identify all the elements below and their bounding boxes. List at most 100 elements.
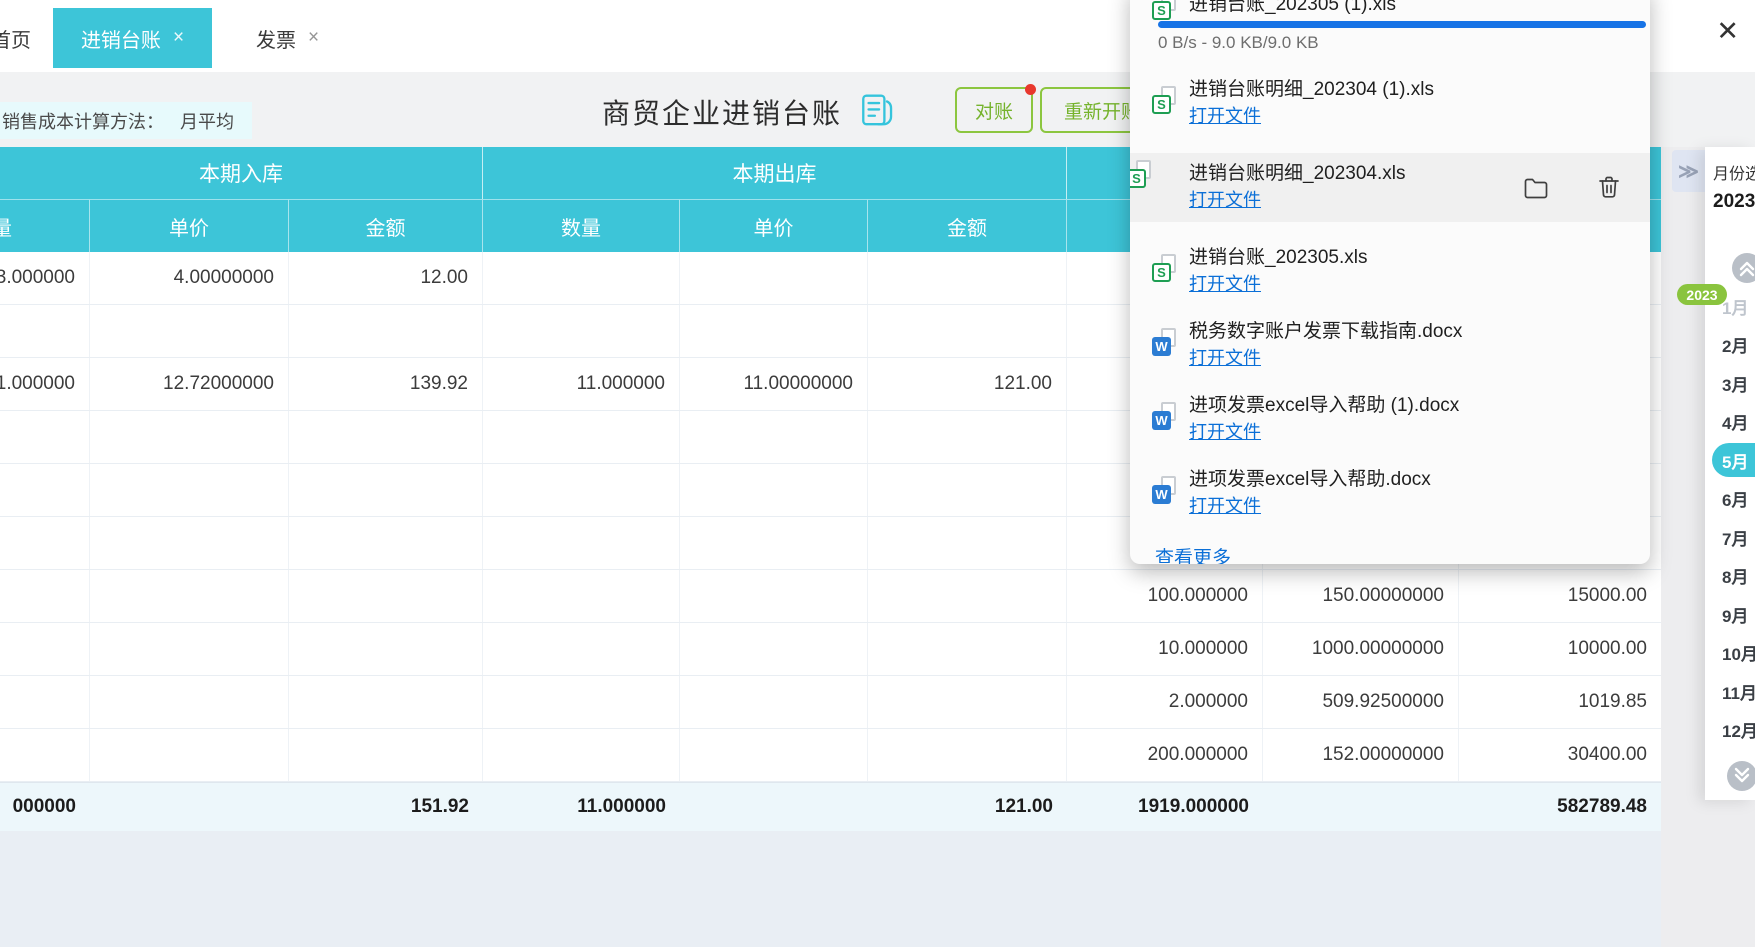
month-item[interactable]: 6月 (1705, 480, 1755, 519)
reconcile-button[interactable]: 对账 (955, 84, 1037, 133)
table-cell (483, 623, 680, 675)
open-file-link[interactable]: 打开文件 (1189, 272, 1261, 296)
table-total-cell: 151.92 (410, 796, 469, 817)
table-cell: 152.00000000 (1263, 729, 1459, 781)
month-item[interactable]: 4月 (1705, 403, 1755, 442)
table-cell (289, 305, 483, 357)
collapse-panel-button[interactable]: ≫ (1672, 150, 1705, 192)
table-cell (868, 729, 1067, 781)
document-copy-icon[interactable] (858, 92, 896, 130)
table-cell (483, 676, 680, 728)
xls-file-icon: S (1152, 254, 1176, 282)
tab-ledger[interactable]: 进销台账 × (53, 8, 212, 68)
xls-file-icon: S (1130, 160, 1151, 188)
download-item[interactable]: S 进销台账_202305.xls 打开文件 (1152, 247, 1625, 296)
download-file-name[interactable]: 进销台账_202305.xls (1189, 247, 1625, 269)
month-item-label: 8月 (1722, 568, 1749, 588)
table-cell (680, 570, 868, 622)
table-total-cell: 582789.48 (1557, 796, 1647, 817)
download-item[interactable]: W 进项发票excel导入帮助 (1).docx 打开文件 (1152, 395, 1625, 444)
reconcile-button-label: 对账 (975, 101, 1014, 123)
download-item[interactable]: S 进销台账明细_202304.xls 打开文件 (1130, 153, 1650, 222)
tab-invoice[interactable]: 发票 × (252, 8, 342, 68)
table-row[interactable]: 10.000000 1000.00000000 10000.00 (0, 623, 1661, 676)
delete-download-icon[interactable] (1596, 174, 1622, 205)
content-background (0, 831, 1661, 947)
table-cell (680, 517, 868, 569)
table-cell (90, 623, 289, 675)
downloads-list: S 进销台账_202305 (1).xls 0 B/s - 9.0 KB/9.0 K… (1130, 0, 1650, 518)
docx-file-icon: W (1152, 402, 1176, 430)
table-cell (868, 252, 1067, 304)
month-item-label: 5月 (1722, 452, 1749, 472)
table-cell (90, 464, 289, 516)
month-item[interactable]: 10月 (1705, 634, 1755, 673)
table-cell: 139.92 (289, 358, 483, 410)
download-file-name[interactable]: 进销台账明细_202304.xls (1189, 163, 1625, 185)
table-cell (483, 517, 680, 569)
month-item[interactable]: 2月 (1705, 326, 1755, 365)
download-item[interactable]: S 进销台账_202305 (1).xls 0 B/s - 9.0 KB/9.0 K… (1152, 0, 1646, 54)
cost-method-value[interactable]: 月平均 (180, 108, 234, 134)
table-column-header-label: 数量 (561, 217, 601, 240)
table-column-header-label: 数量 (0, 212, 12, 241)
table-group-header: 本期入库 (0, 147, 483, 199)
month-item-label: 10月 (1722, 645, 1755, 665)
table-cell (680, 464, 868, 516)
see-more-link[interactable]: 查看更多 (1155, 543, 1625, 564)
table-cell (483, 729, 680, 781)
month-item-label: 3月 (1722, 375, 1749, 395)
download-file-name[interactable]: 进项发票excel导入帮助.docx (1189, 469, 1625, 491)
table-total-row: 000000 151.92 11.000000 121.00 1919.000000 58… (0, 782, 1661, 831)
table-cell (868, 411, 1067, 463)
scroll-up-icon[interactable] (1732, 253, 1755, 283)
open-file-link[interactable]: 打开文件 (1189, 420, 1261, 444)
table-cell (680, 305, 868, 357)
table-cell (289, 729, 483, 781)
month-item[interactable]: 11月 (1705, 672, 1755, 711)
table-row[interactable]: 200.000000 152.00000000 30400.00 (0, 729, 1661, 782)
month-list: 1月 2月 3月 4月 5月 6月 7月 8月 9月 10月 11月 12月 (1705, 287, 1755, 749)
download-item[interactable]: W 进项发票excel导入帮助.docx 打开文件 (1152, 469, 1625, 518)
tab-close-icon[interactable]: × (308, 27, 319, 49)
close-icon[interactable]: ✕ (1716, 16, 1739, 47)
open-file-link[interactable]: 打开文件 (1189, 188, 1261, 212)
top-right-corner: ✕ (1650, 0, 1755, 72)
tab-close-icon[interactable]: × (173, 27, 184, 49)
month-item[interactable]: 9月 (1705, 595, 1755, 634)
download-file-name[interactable]: 税务数字账户发票下载指南.docx (1189, 321, 1625, 343)
app-window: 首页 进销台账 × 发票 × 销售成本计算方法： 月平均 商贸企业进销台账 对账 (0, 0, 1755, 947)
table-cell (868, 517, 1067, 569)
open-file-link[interactable]: 打开文件 (1189, 346, 1261, 370)
cost-method: 销售成本计算方法： 月平均 (0, 102, 252, 139)
table-cell (0, 411, 90, 463)
table-row[interactable]: 100.000000 150.00000000 15000.00 (0, 570, 1661, 623)
table-cell: 509.92500000 (1263, 676, 1459, 728)
month-item[interactable]: 7月 (1705, 518, 1755, 557)
month-item[interactable]: 5月 (1705, 441, 1755, 480)
download-file-name[interactable]: 进销台账明细_202304 (1).xls (1189, 79, 1625, 101)
tab-home[interactable]: 首页 (0, 8, 46, 68)
table-cell (289, 464, 483, 516)
table-cell (0, 517, 90, 569)
download-file-name[interactable]: 进项发票excel导入帮助 (1).docx (1189, 395, 1625, 417)
show-in-folder-icon[interactable] (1522, 174, 1550, 207)
open-file-link[interactable]: 打开文件 (1189, 494, 1261, 518)
table-cell (680, 252, 868, 304)
scroll-down-icon[interactable] (1727, 761, 1755, 791)
table-column-header: 数量 (483, 199, 680, 252)
table-cell (0, 676, 90, 728)
tab-ledger-label: 进销台账 (80, 29, 161, 52)
table-row[interactable]: 2.000000 509.92500000 1019.85 (0, 676, 1661, 729)
table-cell: 10.000000 (1067, 623, 1263, 675)
month-item-label: 9月 (1722, 606, 1749, 626)
download-item[interactable]: S 进销台账明细_202304 (1).xls 打开文件 (1152, 79, 1625, 128)
table-total-cell: 1919.000000 (1138, 796, 1249, 817)
month-item[interactable]: 3月 (1705, 364, 1755, 403)
download-file-name[interactable]: 进销台账_202305 (1).xls (1189, 0, 1625, 16)
download-item[interactable]: W 税务数字账户发票下载指南.docx 打开文件 (1152, 321, 1625, 370)
month-item[interactable]: 12月 (1705, 711, 1755, 750)
downloads-panel: S 进销台账_202305 (1).xls 0 B/s - 9.0 KB/9.0 K… (1130, 0, 1650, 564)
open-file-link[interactable]: 打开文件 (1189, 104, 1261, 128)
month-item[interactable]: 8月 (1705, 557, 1755, 596)
